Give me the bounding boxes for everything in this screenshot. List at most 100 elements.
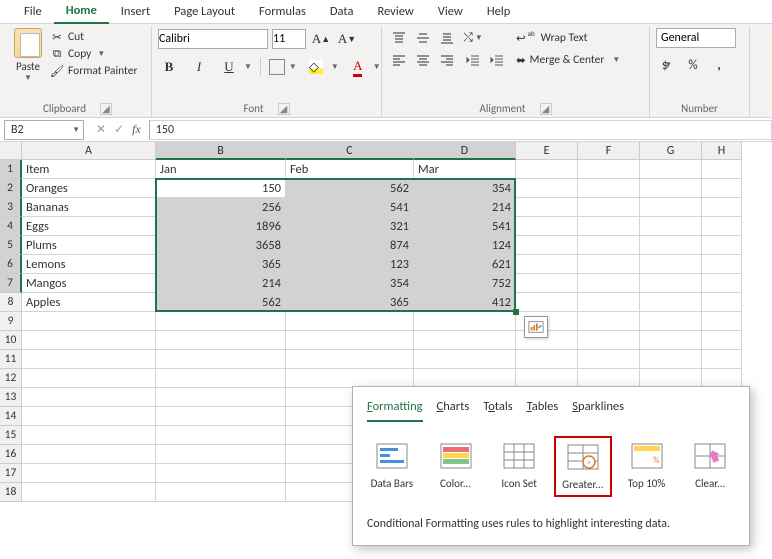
- cell-H5[interactable]: [702, 236, 742, 255]
- cell-A7[interactable]: Mangos: [22, 274, 156, 293]
- format-painter-button[interactable]: 🖌Format Painter: [50, 64, 137, 78]
- cell-G1[interactable]: [640, 160, 702, 179]
- cell-H11[interactable]: [702, 350, 742, 369]
- cell-D7[interactable]: 752: [414, 274, 516, 293]
- cell-C8[interactable]: 365: [286, 293, 414, 312]
- cell-H8[interactable]: [702, 293, 742, 312]
- cell-E8[interactable]: [516, 293, 578, 312]
- cell-D10[interactable]: [414, 331, 516, 350]
- row-header-13[interactable]: 13: [0, 388, 22, 407]
- cell-B16[interactable]: [156, 445, 286, 464]
- cell-E7[interactable]: [516, 274, 578, 293]
- align-center-button[interactable]: [412, 50, 434, 70]
- cell-D1[interactable]: Mar: [414, 160, 516, 179]
- cell-C11[interactable]: [286, 350, 414, 369]
- cell-B8[interactable]: 562: [156, 293, 286, 312]
- cell-B11[interactable]: [156, 350, 286, 369]
- cell-C3[interactable]: 541: [286, 198, 414, 217]
- cell-G4[interactable]: [640, 217, 702, 236]
- cell-B17[interactable]: [156, 464, 286, 483]
- column-header-A[interactable]: A: [22, 142, 156, 160]
- cell-B18[interactable]: [156, 483, 286, 502]
- cell-H7[interactable]: [702, 274, 742, 293]
- cell-E6[interactable]: [516, 255, 578, 274]
- row-header-3[interactable]: 3: [0, 198, 22, 217]
- cell-B15[interactable]: [156, 426, 286, 445]
- cell-H10[interactable]: [702, 331, 742, 350]
- cell-D11[interactable]: [414, 350, 516, 369]
- increase-indent-button[interactable]: [486, 50, 508, 70]
- popup-item-data-bars[interactable]: Data Bars: [363, 436, 421, 497]
- cell-E2[interactable]: [516, 179, 578, 198]
- cell-A17[interactable]: [22, 464, 156, 483]
- tab-data[interactable]: Data: [318, 1, 366, 23]
- row-header-4[interactable]: 4: [0, 217, 22, 236]
- column-header-F[interactable]: F: [578, 142, 640, 160]
- tab-insert[interactable]: Insert: [109, 1, 162, 23]
- accounting-format-button[interactable]: $▼: [656, 54, 678, 76]
- cell-H2[interactable]: [702, 179, 742, 198]
- cell-A4[interactable]: Eggs: [22, 217, 156, 236]
- font-size-select[interactable]: [272, 29, 306, 49]
- row-header-6[interactable]: 6: [0, 255, 22, 274]
- cell-B6[interactable]: 365: [156, 255, 286, 274]
- column-header-E[interactable]: E: [516, 142, 578, 160]
- popup-item-greater-[interactable]: >Greater...: [554, 436, 612, 497]
- merge-center-button[interactable]: ⬌Merge & Center▼: [516, 50, 620, 70]
- row-header-15[interactable]: 15: [0, 426, 22, 445]
- paste-button[interactable]: Paste: [16, 60, 40, 73]
- column-header-D[interactable]: D: [414, 142, 516, 160]
- name-box[interactable]: B2▼: [4, 120, 84, 140]
- cell-A1[interactable]: Item: [22, 160, 156, 179]
- cell-G6[interactable]: [640, 255, 702, 274]
- row-header-14[interactable]: 14: [0, 407, 22, 426]
- cell-G2[interactable]: [640, 179, 702, 198]
- align-left-button[interactable]: [388, 50, 410, 70]
- cell-C6[interactable]: 123: [286, 255, 414, 274]
- cell-A10[interactable]: [22, 331, 156, 350]
- font-name-select[interactable]: [158, 29, 268, 49]
- cell-D3[interactable]: 214: [414, 198, 516, 217]
- popup-item-color-[interactable]: Color...: [427, 436, 485, 497]
- number-format-select[interactable]: [656, 28, 736, 48]
- align-right-button[interactable]: [436, 50, 458, 70]
- cell-C5[interactable]: 874: [286, 236, 414, 255]
- cut-button[interactable]: ✂Cut: [50, 30, 137, 44]
- cell-F2[interactable]: [578, 179, 640, 198]
- cell-A16[interactable]: [22, 445, 156, 464]
- cell-E4[interactable]: [516, 217, 578, 236]
- cell-F5[interactable]: [578, 236, 640, 255]
- cell-E1[interactable]: [516, 160, 578, 179]
- cell-B13[interactable]: [156, 388, 286, 407]
- cell-A18[interactable]: [22, 483, 156, 502]
- cell-G9[interactable]: [640, 312, 702, 331]
- tab-home[interactable]: Home: [54, 0, 109, 24]
- popup-tab-totals[interactable]: Totals: [483, 399, 512, 422]
- cell-F9[interactable]: [578, 312, 640, 331]
- bold-button[interactable]: B: [158, 56, 180, 78]
- column-header-H[interactable]: H: [702, 142, 742, 160]
- row-header-1[interactable]: 1: [0, 160, 22, 179]
- cell-B14[interactable]: [156, 407, 286, 426]
- popup-item-top-10-[interactable]: %Top 10%: [618, 436, 676, 497]
- fill-color-button[interactable]: ◇: [305, 56, 327, 78]
- tab-help[interactable]: Help: [475, 1, 522, 23]
- popup-tab-formatting[interactable]: Formatting: [367, 399, 423, 422]
- row-header-17[interactable]: 17: [0, 464, 22, 483]
- wrap-text-button[interactable]: ↩abWrap Text: [516, 28, 620, 48]
- border-button[interactable]: [269, 59, 285, 75]
- quick-analysis-button[interactable]: [524, 316, 548, 338]
- decrease-indent-button[interactable]: [462, 50, 484, 70]
- column-header-G[interactable]: G: [640, 142, 702, 160]
- font-color-button[interactable]: A: [347, 56, 369, 78]
- cell-C10[interactable]: [286, 331, 414, 350]
- popup-tab-charts[interactable]: Charts: [437, 399, 470, 422]
- align-bottom-button[interactable]: [436, 28, 458, 48]
- row-header-5[interactable]: 5: [0, 236, 22, 255]
- cell-F4[interactable]: [578, 217, 640, 236]
- cell-F7[interactable]: [578, 274, 640, 293]
- cell-H3[interactable]: [702, 198, 742, 217]
- tab-view[interactable]: View: [426, 1, 475, 23]
- row-header-10[interactable]: 10: [0, 331, 22, 350]
- column-header-C[interactable]: C: [286, 142, 414, 160]
